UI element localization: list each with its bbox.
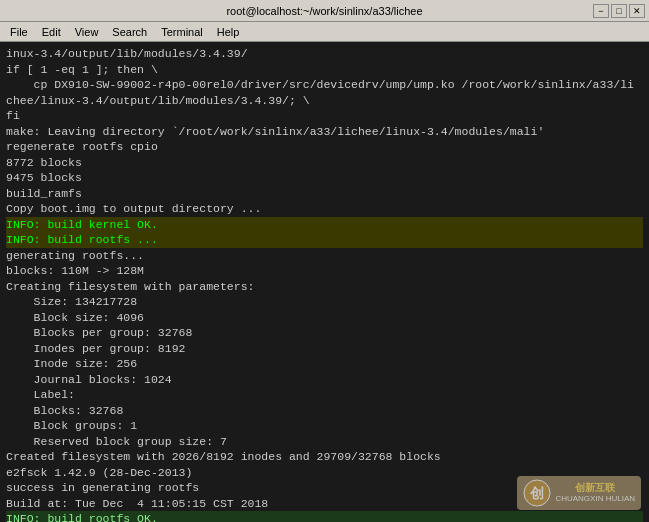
watermark-logo-icon: 创 [523, 479, 551, 507]
terminal-line: make: Leaving directory `/root/work/sinl… [6, 124, 643, 140]
terminal-line: cp DX910-SW-99002-r4p0-00rel0/driver/src… [6, 77, 643, 93]
terminal-line: build_ramfs [6, 186, 643, 202]
terminal-line: Block groups: 1 [6, 418, 643, 434]
terminal-output: inux-3.4/output/lib/modules/3.4.39/if [ … [0, 42, 649, 522]
terminal-line: Copy boot.img to output directory ... [6, 201, 643, 217]
terminal-line: Creating filesystem with parameters: [6, 279, 643, 295]
titlebar: root@localhost:~/work/sinlinx/a33/lichee… [0, 0, 649, 22]
terminal-line: Inode size: 256 [6, 356, 643, 372]
menubar: FileEditViewSearchTerminalHelp [0, 22, 649, 42]
terminal-line: Blocks: 32768 [6, 403, 643, 419]
terminal-line: Journal blocks: 1024 [6, 372, 643, 388]
window-title: root@localhost:~/work/sinlinx/a33/lichee [56, 5, 593, 17]
svg-text:创: 创 [529, 485, 544, 501]
terminal-line: inux-3.4/output/lib/modules/3.4.39/ [6, 46, 643, 62]
menu-item-file[interactable]: File [4, 24, 34, 40]
menu-item-help[interactable]: Help [211, 24, 246, 40]
terminal-line: if [ 1 -eq 1 ]; then \ [6, 62, 643, 78]
menu-item-terminal[interactable]: Terminal [155, 24, 209, 40]
terminal-line: 8772 blocks [6, 155, 643, 171]
terminal-line: fi [6, 108, 643, 124]
terminal-line: Label: [6, 387, 643, 403]
watermark-text: 创新互联 CHUANGXIN HULIAN [555, 481, 635, 504]
terminal-line: 9475 blocks [6, 170, 643, 186]
terminal-line: Size: 134217728 [6, 294, 643, 310]
menu-item-search[interactable]: Search [106, 24, 153, 40]
terminal-line: INFO: build rootfs OK. [6, 511, 643, 522]
minimize-button[interactable]: − [593, 4, 609, 18]
terminal-line: INFO: build kernel OK. [6, 217, 643, 233]
terminal-line: Created filesystem with 2026/8192 inodes… [6, 449, 643, 465]
terminal-line: chee/linux-3.4/output/lib/modules/3.4.39… [6, 93, 643, 109]
menu-item-view[interactable]: View [69, 24, 105, 40]
terminal-line: regenerate rootfs cpio [6, 139, 643, 155]
terminal-line: INFO: build rootfs ... [6, 232, 643, 248]
watermark: 创 创新互联 CHUANGXIN HULIAN [517, 476, 641, 510]
window-controls[interactable]: − □ ✕ [593, 4, 645, 18]
terminal-line: Blocks per group: 32768 [6, 325, 643, 341]
terminal-line: Block size: 4096 [6, 310, 643, 326]
terminal-line: blocks: 110M -> 128M [6, 263, 643, 279]
terminal-line: Inodes per group: 8192 [6, 341, 643, 357]
terminal-line: generating rootfs... [6, 248, 643, 264]
close-button[interactable]: ✕ [629, 4, 645, 18]
menu-item-edit[interactable]: Edit [36, 24, 67, 40]
terminal-line: Reserved block group size: 7 [6, 434, 643, 450]
maximize-button[interactable]: □ [611, 4, 627, 18]
